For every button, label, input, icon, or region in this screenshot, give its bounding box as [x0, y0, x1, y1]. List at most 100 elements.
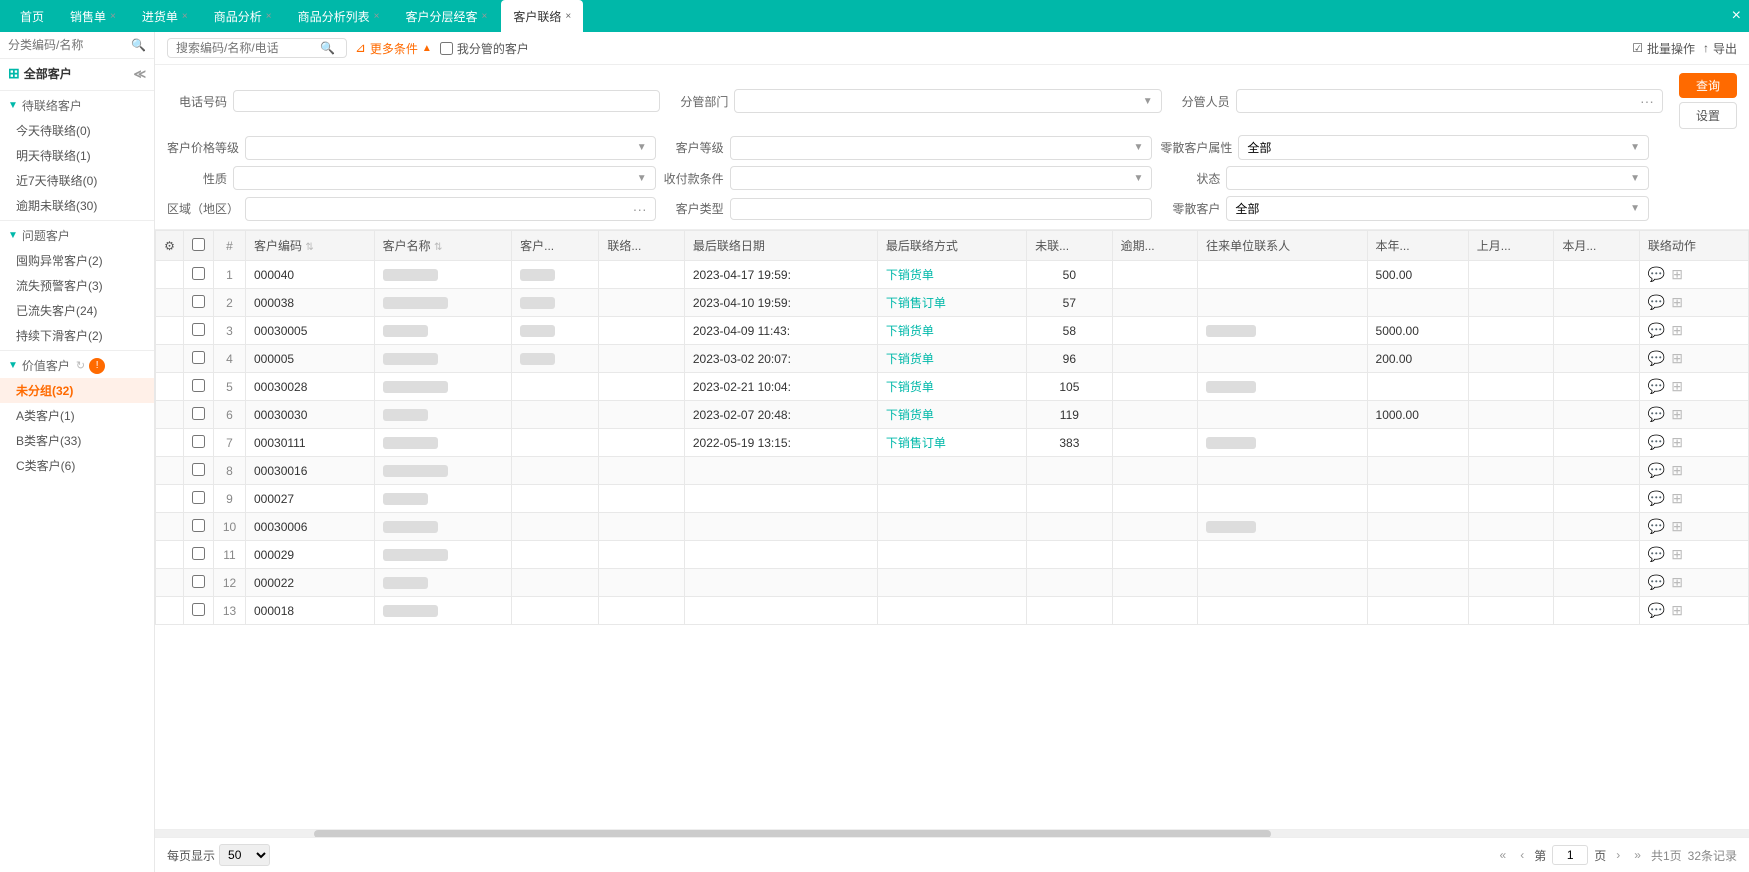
col-settings[interactable]: ⚙ [156, 231, 184, 261]
grid-action-icon[interactable]: ⊞ [1671, 350, 1683, 367]
filter-payment-select[interactable]: ▼ [730, 166, 1153, 190]
sidebar-item-churn-warning[interactable]: 流失预警客户(3) [0, 273, 154, 298]
chat-icon[interactable]: 💬 [1648, 406, 1665, 423]
row-checkbox[interactable] [192, 463, 205, 476]
row-checkbox[interactable] [192, 603, 205, 616]
first-page-button[interactable]: « [1496, 846, 1511, 864]
grid-action-icon[interactable]: ⊞ [1671, 462, 1683, 479]
chat-icon[interactable]: 💬 [1648, 350, 1665, 367]
value-customers-group[interactable]: ▼ 价值客户 ↻ ! [0, 353, 154, 378]
batch-op-button[interactable]: ☑ 批量操作 [1632, 40, 1695, 57]
next-page-button[interactable]: › [1612, 846, 1624, 864]
chat-icon[interactable]: 💬 [1648, 574, 1665, 591]
sidebar-item-churned[interactable]: 已流失客户(24) [0, 298, 154, 323]
prev-page-button[interactable]: ‹ [1516, 846, 1528, 864]
grid-action-icon[interactable]: ⊞ [1671, 378, 1683, 395]
row-checkbox[interactable] [192, 575, 205, 588]
col-name[interactable]: 客户名称 ⇅ [374, 231, 511, 261]
export-button[interactable]: ↑ 导出 [1703, 40, 1737, 57]
contact-method-link[interactable]: 下销货单 [886, 268, 934, 282]
chat-icon[interactable]: 💬 [1648, 378, 1665, 395]
chat-icon[interactable]: 💬 [1648, 546, 1665, 563]
grid-action-icon[interactable]: ⊞ [1671, 322, 1683, 339]
grid-action-icon[interactable]: ⊞ [1671, 574, 1683, 591]
filter-nature-select[interactable]: ▼ [233, 166, 656, 190]
sidebar-item-tomorrow-pending[interactable]: 明天待联络(1) [0, 143, 154, 168]
manager-dots-icon[interactable]: ··· [1640, 93, 1654, 109]
grid-action-icon[interactable]: ⊞ [1671, 490, 1683, 507]
tab-product-analysis[interactable]: 商品分析 × [202, 0, 284, 32]
sidebar-item-overdue-pending[interactable]: 逾期未联络(30) [0, 193, 154, 218]
sidebar-search-icon[interactable]: 🔍 [131, 38, 146, 52]
tab-customer-segment[interactable]: 客户分层经客 × [393, 0, 499, 32]
close-customer-contact-icon[interactable]: × [565, 11, 571, 22]
filter-customer-level-select[interactable]: ▼ [730, 136, 1153, 160]
horizontal-scrollbar[interactable] [155, 829, 1749, 837]
grid-action-icon[interactable]: ⊞ [1671, 294, 1683, 311]
row-checkbox[interactable] [192, 267, 205, 280]
close-product-analysis-icon[interactable]: × [266, 11, 272, 22]
sidebar-item-7days-pending[interactable]: 近7天待联络(0) [0, 168, 154, 193]
row-checkbox[interactable] [192, 323, 205, 336]
filter-scattered-select[interactable]: 全部 ▼ [1226, 196, 1649, 221]
row-checkbox[interactable] [192, 351, 205, 364]
grid-action-icon[interactable]: ⊞ [1671, 602, 1683, 619]
refresh-icon[interactable]: ↻ [76, 359, 85, 372]
contact-method-link[interactable]: 下销货单 [886, 324, 934, 338]
search-input[interactable] [176, 41, 316, 55]
row-checkbox[interactable] [192, 295, 205, 308]
filter-customer-type-input[interactable] [730, 198, 1153, 220]
row-checkbox[interactable] [192, 547, 205, 560]
chat-icon[interactable]: 💬 [1648, 602, 1665, 619]
filter-manager-select[interactable]: ··· [1236, 89, 1663, 113]
tab-purchase[interactable]: 进货单 × [130, 0, 200, 32]
row-checkbox[interactable] [192, 519, 205, 532]
collapse-icon[interactable]: ≪ [133, 67, 146, 81]
reset-button[interactable]: 设置 [1679, 102, 1737, 129]
tab-sales[interactable]: 销售单 × [58, 0, 128, 32]
search-icon[interactable]: 🔍 [320, 41, 335, 55]
sidebar-item-class-a[interactable]: A类客户(1) [0, 403, 154, 428]
close-all-button[interactable]: × [1732, 7, 1741, 25]
filter-scattered-attr-select[interactable]: 全部 ▼ [1238, 135, 1649, 160]
row-checkbox[interactable] [192, 379, 205, 392]
pending-customers-group[interactable]: ▼ 待联络客户 [0, 93, 154, 118]
grid-action-icon[interactable]: ⊞ [1671, 518, 1683, 535]
row-checkbox[interactable] [192, 435, 205, 448]
query-button[interactable]: 查询 [1679, 73, 1737, 98]
filter-phone-input[interactable] [233, 90, 660, 112]
my-customers-checkbox[interactable] [440, 42, 453, 55]
contact-method-link[interactable]: 下销货单 [886, 380, 934, 394]
chat-icon[interactable]: 💬 [1648, 294, 1665, 311]
all-customers-header[interactable]: ⊞ 全部客户 ≪ [0, 59, 154, 88]
contact-method-link[interactable]: 下销货单 [886, 408, 934, 422]
tab-product-analysis-list[interactable]: 商品分析列表 × [286, 0, 392, 32]
sidebar-item-declining[interactable]: 持续下滑客户(2) [0, 323, 154, 348]
close-purchase-icon[interactable]: × [182, 11, 188, 22]
sidebar-item-today-pending[interactable]: 今天待联络(0) [0, 118, 154, 143]
chat-icon[interactable]: 💬 [1648, 434, 1665, 451]
contact-method-link[interactable]: 下销售订单 [886, 436, 946, 450]
chat-icon[interactable]: 💬 [1648, 490, 1665, 507]
close-sales-icon[interactable]: × [110, 11, 116, 22]
region-dots-icon[interactable]: ··· [633, 201, 647, 217]
grid-action-icon[interactable]: ⊞ [1671, 546, 1683, 563]
sidebar-item-abnormal[interactable]: 囤购异常客户(2) [0, 248, 154, 273]
sidebar-item-ungrouped[interactable]: 未分组(32) [0, 378, 154, 403]
filter-region-select[interactable]: ··· [245, 197, 656, 221]
page-size-select[interactable]: 20 50 100 [219, 844, 270, 866]
chat-icon[interactable]: 💬 [1648, 518, 1665, 535]
row-checkbox[interactable] [192, 491, 205, 504]
filter-price-level-select[interactable]: ▼ [245, 136, 656, 160]
filter-status-select[interactable]: ▼ [1226, 166, 1649, 190]
contact-method-link[interactable]: 下销售订单 [886, 296, 946, 310]
last-page-button[interactable]: » [1630, 846, 1645, 864]
sidebar-item-class-b[interactable]: B类客户(33) [0, 428, 154, 453]
contact-method-link[interactable]: 下销货单 [886, 352, 934, 366]
more-conditions-button[interactable]: ⊿ 更多条件 ▲ [355, 40, 432, 57]
row-checkbox[interactable] [192, 407, 205, 420]
col-code[interactable]: 客户编码 ⇅ [246, 231, 375, 261]
sidebar-search-input[interactable] [8, 38, 127, 52]
close-product-analysis-list-icon[interactable]: × [374, 11, 380, 22]
tab-home[interactable]: 首页 [8, 0, 56, 32]
